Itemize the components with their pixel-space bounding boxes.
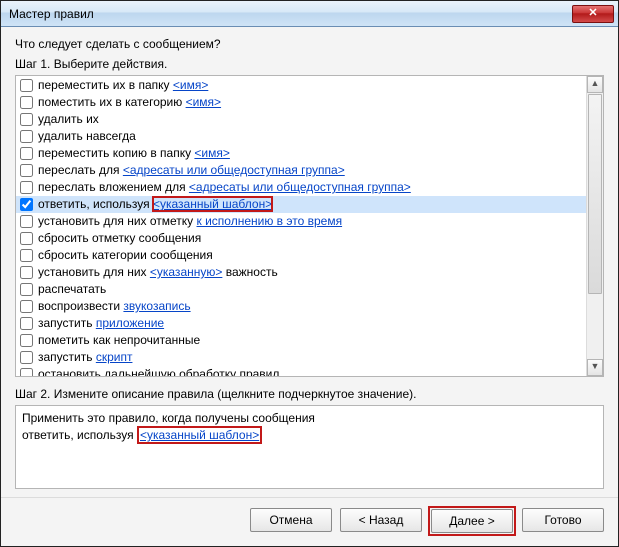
description-line2: ответить, используя <указанный шаблон>: [22, 427, 597, 444]
scroll-down-icon[interactable]: ▼: [587, 359, 603, 376]
action-row[interactable]: пометить как непрочитанные: [16, 332, 586, 349]
action-text: установить для них <указанную> важность: [38, 264, 278, 281]
action-checkbox[interactable]: [20, 96, 33, 109]
action-link[interactable]: к исполнению в это время: [197, 214, 343, 228]
action-checkbox[interactable]: [20, 147, 33, 160]
scroll-up-icon[interactable]: ▲: [587, 76, 603, 93]
titlebar: Мастер правил ✕: [1, 1, 618, 27]
action-row[interactable]: удалить навсегда: [16, 128, 586, 145]
action-text: остановить дальнейшую обработку правил: [38, 366, 279, 376]
action-link[interactable]: <адресаты или общедоступная группа>: [123, 163, 345, 177]
scrollbar[interactable]: ▲ ▼: [586, 76, 603, 376]
action-row[interactable]: запустить приложение: [16, 315, 586, 332]
action-checkbox[interactable]: [20, 266, 33, 279]
action-text: переместить их в папку <имя>: [38, 77, 208, 94]
action-text: переслать для <адресаты или общедоступна…: [38, 162, 345, 179]
footer-buttons: Отмена < Назад Далее > Готово: [1, 497, 618, 546]
action-checkbox[interactable]: [20, 181, 33, 194]
step1-label: Шаг 1. Выберите действия.: [15, 57, 604, 71]
back-button[interactable]: < Назад: [340, 508, 422, 532]
action-text: удалить их: [38, 111, 99, 128]
action-checkbox[interactable]: [20, 317, 33, 330]
action-link[interactable]: <имя>: [194, 146, 229, 160]
action-text: сбросить категории сообщения: [38, 247, 213, 264]
action-link[interactable]: <указанный шаблон>: [153, 197, 272, 211]
action-row[interactable]: ответить, используя <указанный шаблон>: [16, 196, 586, 213]
action-row[interactable]: удалить их: [16, 111, 586, 128]
action-checkbox[interactable]: [20, 198, 33, 211]
template-link[interactable]: <указанный шаблон>: [137, 426, 262, 444]
action-row[interactable]: установить для них отметку к исполнению …: [16, 213, 586, 230]
action-checkbox[interactable]: [20, 130, 33, 143]
action-checkbox[interactable]: [20, 232, 33, 245]
prompt-text: Что следует сделать с сообщением?: [15, 37, 604, 51]
scroll-thumb[interactable]: [588, 94, 602, 294]
actions-list[interactable]: переместить их в папку <имя>поместить их…: [16, 76, 586, 376]
rules-wizard-window: Мастер правил ✕ Что следует сделать с со…: [0, 0, 619, 547]
dialog-body: Что следует сделать с сообщением? Шаг 1.…: [1, 27, 618, 497]
action-row[interactable]: остановить дальнейшую обработку правил: [16, 366, 586, 376]
next-button[interactable]: Далее >: [431, 509, 513, 533]
action-row[interactable]: переместить их в папку <имя>: [16, 77, 586, 94]
action-row[interactable]: сбросить отметку сообщения: [16, 230, 586, 247]
action-row[interactable]: запустить скрипт: [16, 349, 586, 366]
action-row[interactable]: воспроизвести звукозапись: [16, 298, 586, 315]
action-row[interactable]: переслать для <адресаты или общедоступна…: [16, 162, 586, 179]
action-text: установить для них отметку к исполнению …: [38, 213, 342, 230]
action-checkbox[interactable]: [20, 215, 33, 228]
description-line1: Применить это правило, когда получены со…: [22, 410, 597, 427]
action-text: переместить копию в папку <имя>: [38, 145, 230, 162]
action-checkbox[interactable]: [20, 283, 33, 296]
action-link[interactable]: <адресаты или общедоступная группа>: [189, 180, 411, 194]
action-row[interactable]: установить для них <указанную> важность: [16, 264, 586, 281]
action-text: удалить навсегда: [38, 128, 136, 145]
action-checkbox[interactable]: [20, 300, 33, 313]
action-row[interactable]: переместить копию в папку <имя>: [16, 145, 586, 162]
action-checkbox[interactable]: [20, 113, 33, 126]
action-link[interactable]: приложение: [96, 316, 164, 330]
cancel-button[interactable]: Отмена: [250, 508, 332, 532]
action-row[interactable]: сбросить категории сообщения: [16, 247, 586, 264]
action-text: пометить как непрочитанные: [38, 332, 200, 349]
action-text: воспроизвести звукозапись: [38, 298, 191, 315]
action-text: поместить их в категорию <имя>: [38, 94, 221, 111]
actions-box: переместить их в папку <имя>поместить их…: [15, 75, 604, 377]
action-link[interactable]: <имя>: [173, 78, 208, 92]
action-checkbox[interactable]: [20, 79, 33, 92]
action-checkbox[interactable]: [20, 334, 33, 347]
action-link[interactable]: <указанную>: [150, 265, 223, 279]
description-line2-pre: ответить, используя: [22, 428, 137, 442]
action-checkbox[interactable]: [20, 164, 33, 177]
action-text: переслать вложением для <адресаты или об…: [38, 179, 411, 196]
rule-description-box: Применить это правило, когда получены со…: [15, 405, 604, 489]
action-checkbox[interactable]: [20, 249, 33, 262]
action-row[interactable]: переслать вложением для <адресаты или об…: [16, 179, 586, 196]
action-row[interactable]: распечатать: [16, 281, 586, 298]
action-row[interactable]: поместить их в категорию <имя>: [16, 94, 586, 111]
action-checkbox[interactable]: [20, 351, 33, 364]
step2-label: Шаг 2. Измените описание правила (щелкни…: [15, 387, 604, 401]
action-text: сбросить отметку сообщения: [38, 230, 201, 247]
action-link[interactable]: звукозапись: [123, 299, 190, 313]
window-title: Мастер правил: [9, 7, 572, 21]
action-text: ответить, используя <указанный шаблон>: [38, 196, 272, 213]
action-text: запустить скрипт: [38, 349, 132, 366]
action-link[interactable]: скрипт: [96, 350, 133, 364]
action-text: распечатать: [38, 281, 106, 298]
finish-button[interactable]: Готово: [522, 508, 604, 532]
close-icon[interactable]: ✕: [572, 5, 614, 23]
action-link[interactable]: <имя>: [186, 95, 221, 109]
action-checkbox[interactable]: [20, 368, 33, 376]
action-text: запустить приложение: [38, 315, 164, 332]
